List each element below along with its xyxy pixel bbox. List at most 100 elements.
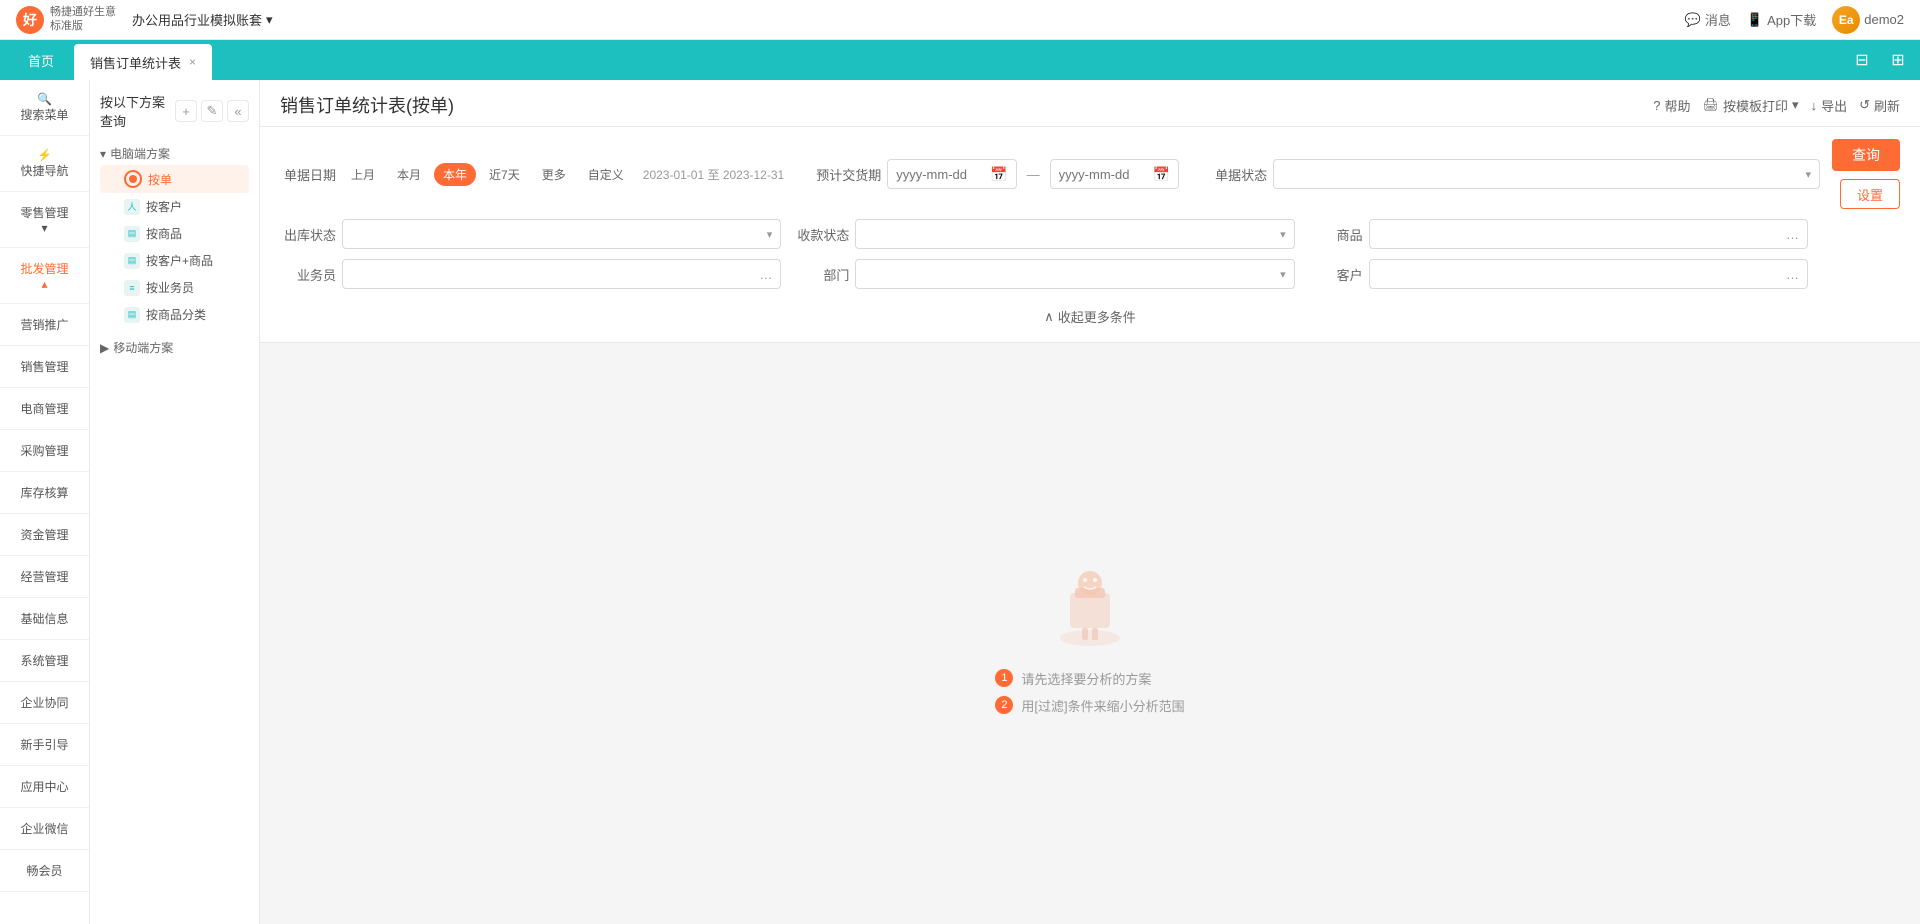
scheme-section-pc-header[interactable]: ▾ 电脑端方案 — [100, 142, 249, 165]
custom-btn[interactable]: 自定义 — [579, 163, 633, 186]
more-btn[interactable]: 更多 — [533, 163, 575, 186]
logo-text: 畅捷通好生意 标准版 — [50, 6, 116, 32]
settings-btn[interactable]: 设置 — [1840, 179, 1900, 209]
expected-date-start-input[interactable] — [896, 162, 986, 186]
expected-date-label: 预计交货期 — [816, 165, 881, 184]
filter-department-col: 部门 ▾ — [793, 259, 1294, 289]
refresh-btn[interactable]: ↺ 刷新 — [1859, 96, 1900, 115]
order-status-label: 单据状态 — [1211, 165, 1267, 184]
avatar: Ea — [1832, 6, 1860, 34]
this-year-btn[interactable]: 本年 — [434, 163, 476, 186]
scheme-collapse-btn[interactable]: « — [227, 100, 249, 122]
sidebar-item-appcenter[interactable]: 应用中心 — [0, 766, 89, 808]
scheme-add-btn[interactable]: + — [175, 100, 197, 122]
app-download-btn[interactable]: 📱 App下载 — [1747, 10, 1816, 29]
by-customer-goods-icon: ▤ — [124, 253, 140, 269]
section-expand-icon: ▾ — [100, 147, 106, 161]
scheme-panel-header: 按以下方案查询 + ✎ « — [90, 88, 259, 138]
sidebar-item-purchase[interactable]: 采购管理 — [0, 430, 89, 472]
payment-status-select[interactable]: ▾ — [855, 219, 1294, 249]
filter-delivery-status-col: 出库状态 ▾ — [280, 219, 781, 249]
sidebar-item-wholesale[interactable]: 批发管理 ▴ — [0, 248, 89, 304]
expected-date-end-input[interactable] — [1059, 162, 1149, 186]
sidebar-item-system[interactable]: 系统管理 — [0, 640, 89, 682]
sidebar-item-enterprise[interactable]: 企业协同 — [0, 682, 89, 724]
customer-label: 客户 — [1307, 265, 1363, 284]
sidebar-item-wechat[interactable]: 企业微信 — [0, 808, 89, 850]
department-select[interactable]: ▾ — [855, 259, 1294, 289]
sidebar-item-retail[interactable]: 零售管理 ▾ — [0, 192, 89, 248]
sidebar-item-operations[interactable]: 经营管理 — [0, 556, 89, 598]
last7days-btn[interactable]: 近7天 — [480, 163, 529, 186]
main-panel: 销售订单统计表(按单) ? 帮助 🖨 按模板打印 ▾ ↓ 导出 — [260, 80, 1920, 924]
delivery-status-select[interactable]: ▾ — [342, 219, 781, 249]
tab-home[interactable]: 首页 — [8, 40, 74, 80]
retail-arrow-icon: ▾ — [41, 221, 47, 235]
scheme-item-by-customer[interactable]: 人 按客户 — [100, 193, 249, 220]
template-print-btn[interactable]: 🖨 按模板打印 ▾ — [1703, 96, 1799, 115]
scheme-item-by-goods[interactable]: ▤ 按商品 — [100, 220, 249, 247]
hint-num-2: 2 — [995, 696, 1013, 714]
sidebar-item-basics[interactable]: 基础信息 — [0, 598, 89, 640]
calendar-start-icon[interactable]: 📅 — [990, 166, 1007, 183]
salesperson-input[interactable]: … — [342, 259, 781, 289]
collapse-btn[interactable]: ∧ 收起更多条件 — [280, 299, 1900, 330]
message-btn[interactable]: 💬 消息 — [1685, 10, 1731, 29]
customer-input[interactable]: … — [1369, 259, 1808, 289]
filter-payment-status-col: 收款状态 ▾ — [793, 219, 1294, 249]
scheme-item-by-order[interactable]: 按单 — [100, 165, 249, 193]
this-month-btn[interactable]: 本月 — [388, 163, 430, 186]
sidebar-item-membership[interactable]: 畅会员 — [0, 850, 89, 892]
workspace-chevron-icon: ▾ — [266, 12, 273, 28]
workspace-selector[interactable]: 办公用品行业模拟账套 ▾ — [132, 10, 273, 29]
sidebar-item-sales[interactable]: 销售管理 — [0, 346, 89, 388]
sidebar-item-search[interactable]: 🔍 搜索菜单 — [0, 80, 89, 136]
last-month-btn[interactable]: 上月 — [342, 163, 384, 186]
scheme-edit-btn[interactable]: ✎ — [201, 100, 223, 122]
scheme-item-by-salesperson[interactable]: ≡ 按业务员 — [100, 274, 249, 301]
scheme-section-mobile-header[interactable]: ▶ 移动端方案 — [100, 336, 249, 359]
sidebar-item-marketing[interactable]: 营销推广 — [0, 304, 89, 346]
filter-order-status-item: 单据状态 ▾ — [1211, 159, 1820, 189]
payment-chevron-icon: ▾ — [1280, 228, 1286, 241]
topbar: 好 畅捷通好生意 标准版 办公用品行业模拟账套 ▾ 💬 消息 📱 App下载 E… — [0, 0, 1920, 40]
empty-hint-1: 1 请先选择要分析的方案 — [995, 669, 1184, 688]
calendar-end-icon[interactable]: 📅 — [1153, 166, 1170, 183]
print-icon: 🖨 — [1703, 97, 1720, 113]
app-download-icon: 📱 — [1747, 12, 1763, 28]
export-btn[interactable]: ↓ 导出 — [1811, 96, 1848, 115]
goods-input[interactable]: … — [1369, 219, 1808, 249]
salesperson-label: 业务员 — [280, 265, 336, 284]
order-status-select[interactable]: ▾ — [1273, 159, 1820, 189]
shortcuts-icon: ⚡ — [4, 148, 85, 162]
sidebar-item-inventory[interactable]: 库存核算 — [0, 472, 89, 514]
tab-expand-btn[interactable]: ⊞ — [1884, 46, 1912, 74]
logo-area: 好 畅捷通好生意 标准版 — [16, 6, 116, 34]
tab-close-icon[interactable]: × — [189, 55, 196, 69]
sidebar-item-shortcuts[interactable]: ⚡ 快捷导航 — [0, 136, 89, 192]
sidebar-item-finance[interactable]: 资金管理 — [0, 514, 89, 556]
filter-row-2: 出库状态 ▾ 收款状态 ▾ 商品 — [280, 219, 1900, 249]
user-area[interactable]: Ea demo2 — [1832, 6, 1904, 34]
scheme-item-by-category[interactable]: ▤ 按商品分类 — [100, 301, 249, 328]
scheme-panel-icons: + ✎ « — [175, 100, 249, 122]
filter-customer-col: 客户 … — [1307, 259, 1808, 289]
date-btn-group: 上月 本月 本年 近7天 更多 自定义 — [342, 163, 633, 186]
tabbar: 首页 销售订单统计表 × ⊟ ⊞ — [0, 40, 1920, 80]
sidebar-item-newbie[interactable]: 新手引导 — [0, 724, 89, 766]
help-btn[interactable]: ? 帮助 — [1653, 96, 1690, 115]
refresh-icon: ↺ — [1859, 97, 1870, 113]
tab-minimize-btn[interactable]: ⊟ — [1848, 46, 1876, 74]
filter-date-item: 单据日期 上月 本月 本年 近7天 更多 自定义 2023-01-01 至 20… — [280, 163, 784, 186]
sidebar-item-ecommerce[interactable]: 电商管理 — [0, 388, 89, 430]
department-chevron-icon: ▾ — [1280, 268, 1286, 281]
query-btn[interactable]: 查询 — [1832, 139, 1900, 171]
hint-num-1: 1 — [995, 669, 1013, 687]
page-title: 销售订单统计表(按单) — [280, 92, 454, 118]
filter-area: 单据日期 上月 本月 本年 近7天 更多 自定义 2023-01-01 至 20… — [260, 127, 1920, 343]
scheme-item-by-customer-goods[interactable]: ▤ 按客户+商品 — [100, 247, 249, 274]
by-customer-icon: 人 — [124, 199, 140, 215]
tab-active[interactable]: 销售订单统计表 × — [74, 44, 212, 80]
topbar-right: 💬 消息 📱 App下载 Ea demo2 — [1685, 6, 1904, 34]
page-actions: ? 帮助 🖨 按模板打印 ▾ ↓ 导出 ↺ 刷新 — [1653, 96, 1900, 115]
